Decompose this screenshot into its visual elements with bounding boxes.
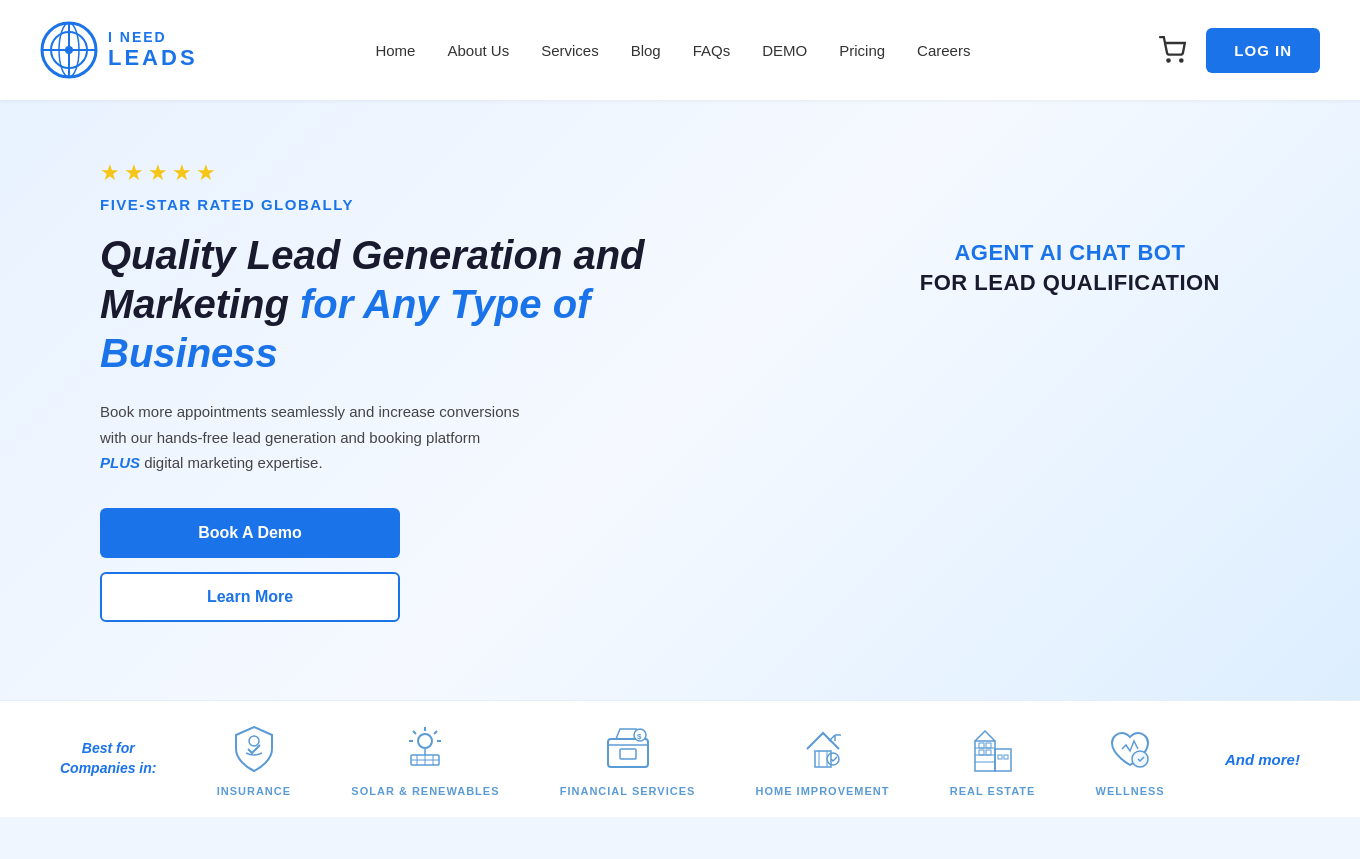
best-for-strip: Best for Companies in: INSURANCE SOL xyxy=(0,700,1360,817)
star-5: ★ xyxy=(196,160,216,186)
shield-icon xyxy=(226,721,282,777)
nav-demo[interactable]: DEMO xyxy=(762,42,807,59)
star-rating: ★ ★ ★ ★ ★ xyxy=(100,160,660,186)
svg-rect-22 xyxy=(620,749,636,759)
star-1: ★ xyxy=(100,160,120,186)
wellness-label: WELLNESS xyxy=(1096,785,1165,797)
home-label: HOME IMPROVEMENT xyxy=(756,785,890,797)
learn-more-button[interactable]: Learn More xyxy=(100,572,400,622)
industry-insurance: INSURANCE xyxy=(217,721,291,797)
hero-title: Quality Lead Generation and Marketing fo… xyxy=(100,231,660,377)
and-more-label: And more! xyxy=(1225,751,1300,768)
svg-rect-21 xyxy=(608,739,648,767)
agent-ai-label: AGENT AI xyxy=(954,240,1062,265)
hero-description: Book more appointments seamlessly and in… xyxy=(100,399,660,476)
insurance-label: INSURANCE xyxy=(217,785,291,797)
nav-about[interactable]: About Us xyxy=(447,42,509,59)
hero-left: ★ ★ ★ ★ ★ FIVE-STAR RATED GLOBALLY Quali… xyxy=(100,160,660,622)
agent-ai-subtitle: FOR LEAD QUALIFICATION xyxy=(920,270,1220,296)
svg-line-13 xyxy=(413,731,416,734)
svg-rect-35 xyxy=(979,743,984,748)
svg-point-8 xyxy=(249,736,259,746)
star-3: ★ xyxy=(148,160,168,186)
agent-ai-box: AGENT AI CHAT BOT FOR LEAD QUALIFICATION xyxy=(920,240,1220,296)
logo-leads: LEADS xyxy=(108,46,198,70)
wellness-icon xyxy=(1102,721,1158,777)
industry-wellness: WELLNESS xyxy=(1096,721,1165,797)
solar-label: SOLAR & RENEWABLES xyxy=(351,785,499,797)
nav-faqs[interactable]: FAQs xyxy=(693,42,731,59)
nav-home[interactable]: Home xyxy=(375,42,415,59)
agent-ai-title: AGENT AI CHAT BOT xyxy=(920,240,1220,266)
svg-point-6 xyxy=(1168,59,1170,61)
login-button[interactable]: LOG IN xyxy=(1206,28,1320,73)
svg-rect-31 xyxy=(995,749,1011,771)
financial-label: FINANCIAL SERVICES xyxy=(560,785,696,797)
home-improvement-icon xyxy=(795,721,851,777)
nav-blog[interactable]: Blog xyxy=(631,42,661,59)
building-icon xyxy=(965,721,1021,777)
nav-careers[interactable]: Careers xyxy=(917,42,970,59)
industry-real-estate: REAL ESTATE xyxy=(950,721,1036,797)
book-demo-button[interactable]: Book A Demo xyxy=(100,508,400,558)
svg-rect-40 xyxy=(1004,755,1008,759)
logo-icon xyxy=(40,21,98,79)
hero-section: ★ ★ ★ ★ ★ FIVE-STAR RATED GLOBALLY Quali… xyxy=(0,100,1360,700)
svg-rect-37 xyxy=(979,750,984,755)
hero-right: AGENT AI CHAT BOT FOR LEAD QUALIFICATION xyxy=(920,160,1260,296)
real-estate-label: REAL ESTATE xyxy=(950,785,1036,797)
industry-solar: SOLAR & RENEWABLES xyxy=(351,721,499,797)
svg-text:$: $ xyxy=(637,732,642,741)
hero-plus: PLUS xyxy=(100,454,140,471)
star-2: ★ xyxy=(124,160,144,186)
header: I NEED LEADS Home About Us Services Blog… xyxy=(0,0,1360,100)
industry-home: HOME IMPROVEMENT xyxy=(756,721,890,797)
svg-rect-36 xyxy=(986,743,991,748)
best-for-label: Best for Companies in: xyxy=(60,739,156,778)
star-4: ★ xyxy=(172,160,192,186)
industry-financial: $ FINANCIAL SERVICES xyxy=(560,721,696,797)
svg-point-42 xyxy=(1132,751,1148,767)
five-star-label: FIVE-STAR RATED GLOBALLY xyxy=(100,196,660,213)
cart-icon[interactable] xyxy=(1158,36,1186,64)
svg-rect-38 xyxy=(986,750,991,755)
svg-point-9 xyxy=(418,734,432,748)
header-right: LOG IN xyxy=(1148,28,1320,73)
finance-icon: $ xyxy=(600,721,656,777)
svg-rect-26 xyxy=(815,751,831,767)
logo[interactable]: I NEED LEADS xyxy=(40,21,198,79)
svg-line-11 xyxy=(434,731,437,734)
svg-rect-30 xyxy=(975,741,995,771)
nav-services[interactable]: Services xyxy=(541,42,599,59)
svg-rect-39 xyxy=(998,755,1002,759)
svg-point-5 xyxy=(65,46,73,54)
hero-buttons: Book A Demo Learn More xyxy=(100,508,660,622)
solar-icon xyxy=(397,721,453,777)
nav-pricing[interactable]: Pricing xyxy=(839,42,885,59)
svg-point-7 xyxy=(1180,59,1182,61)
svg-point-29 xyxy=(827,753,839,765)
main-nav: Home About Us Services Blog FAQs DEMO Pr… xyxy=(375,42,970,59)
logo-i-need: I NEED xyxy=(108,30,198,45)
